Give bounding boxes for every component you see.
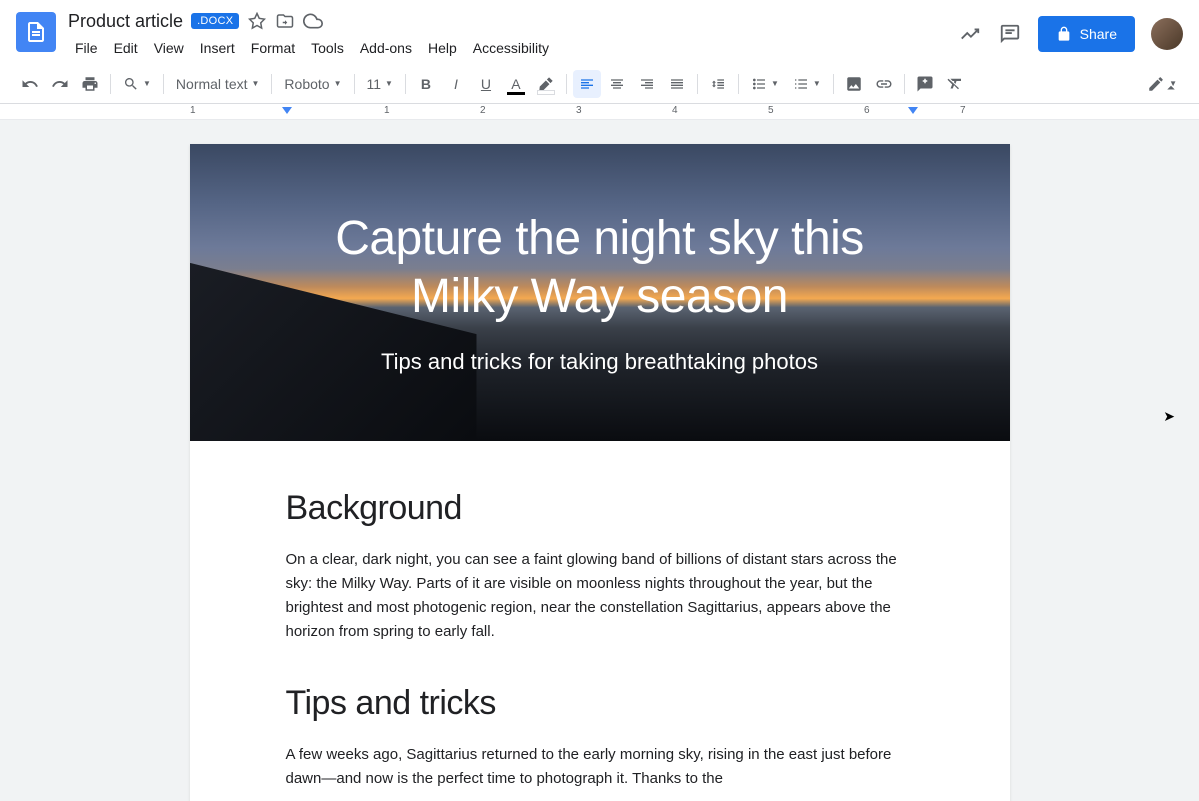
- indent-left-marker[interactable]: [282, 107, 292, 114]
- doc-info: Product article .DOCX File Edit View Ins…: [68, 8, 958, 60]
- share-button[interactable]: Share: [1038, 16, 1135, 52]
- paragraph-2[interactable]: A few weeks ago, Sagittarius returned to…: [286, 743, 914, 791]
- share-label: Share: [1080, 26, 1117, 42]
- menu-insert[interactable]: Insert: [193, 36, 242, 60]
- text-color-icon[interactable]: A: [502, 70, 530, 98]
- insert-image-icon[interactable]: [840, 70, 868, 98]
- app-header: Product article .DOCX File Edit View Ins…: [0, 0, 1199, 64]
- line-spacing-icon[interactable]: [704, 70, 732, 98]
- menu-help[interactable]: Help: [421, 36, 464, 60]
- menu-format[interactable]: Format: [244, 36, 302, 60]
- undo-icon[interactable]: [16, 70, 44, 98]
- font-dropdown[interactable]: Roboto▼: [278, 70, 347, 98]
- toolbar: ▼ Normal text▼ Roboto▼ 11▼ B I U A ▼ ▼ ▼: [0, 64, 1199, 104]
- indent-right-marker[interactable]: [908, 107, 918, 114]
- heading-background[interactable]: Background: [286, 489, 914, 528]
- style-dropdown[interactable]: Normal text▼: [170, 70, 266, 98]
- size-dropdown[interactable]: 11▼: [361, 70, 399, 98]
- align-left-icon[interactable]: [573, 70, 601, 98]
- zoom-dropdown[interactable]: ▼: [117, 70, 157, 98]
- hero-image: Capture the night sky this Milky Way sea…: [190, 144, 1010, 441]
- collapse-toolbar-icon[interactable]: [1159, 76, 1183, 100]
- menu-tools[interactable]: Tools: [304, 36, 351, 60]
- underline-icon[interactable]: U: [472, 70, 500, 98]
- document-canvas[interactable]: Capture the night sky this Milky Way sea…: [0, 120, 1199, 801]
- align-center-icon[interactable]: [603, 70, 631, 98]
- user-avatar[interactable]: [1151, 18, 1183, 50]
- move-icon[interactable]: [275, 11, 295, 31]
- menu-view[interactable]: View: [147, 36, 191, 60]
- docx-badge: .DOCX: [191, 13, 239, 29]
- doc-title[interactable]: Product article: [68, 11, 183, 32]
- ruler[interactable]: 1 1 2 3 4 5 6 7: [0, 104, 1199, 120]
- bold-icon[interactable]: B: [412, 70, 440, 98]
- header-actions: Share: [958, 16, 1183, 52]
- clear-formatting-icon[interactable]: [941, 70, 969, 98]
- insert-comment-icon[interactable]: [911, 70, 939, 98]
- menu-file[interactable]: File: [68, 36, 105, 60]
- comments-icon[interactable]: [998, 22, 1022, 46]
- redo-icon[interactable]: [46, 70, 74, 98]
- docs-logo[interactable]: [16, 12, 56, 52]
- heading-tips[interactable]: Tips and tricks: [286, 684, 914, 723]
- insert-link-icon[interactable]: [870, 70, 898, 98]
- menu-addons[interactable]: Add-ons: [353, 36, 419, 60]
- numbered-list-icon[interactable]: ▼: [787, 70, 827, 98]
- italic-icon[interactable]: I: [442, 70, 470, 98]
- content-area[interactable]: Background On a clear, dark night, you c…: [190, 441, 1010, 801]
- menu-edit[interactable]: Edit: [107, 36, 145, 60]
- cloud-status-icon[interactable]: [303, 11, 323, 31]
- print-icon[interactable]: [76, 70, 104, 98]
- menu-bar: File Edit View Insert Format Tools Add-o…: [68, 36, 958, 60]
- highlight-icon[interactable]: [532, 70, 560, 98]
- align-right-icon[interactable]: [633, 70, 661, 98]
- paragraph-1[interactable]: On a clear, dark night, you can see a fa…: [286, 548, 914, 644]
- star-icon[interactable]: [247, 11, 267, 31]
- page[interactable]: Capture the night sky this Milky Way sea…: [190, 144, 1010, 801]
- align-justify-icon[interactable]: [663, 70, 691, 98]
- bulleted-list-icon[interactable]: ▼: [745, 70, 785, 98]
- hero-title[interactable]: Capture the night sky this Milky Way sea…: [335, 210, 864, 325]
- activity-icon[interactable]: [958, 22, 982, 46]
- hero-subtitle[interactable]: Tips and tricks for taking breathtaking …: [381, 349, 818, 375]
- menu-accessibility[interactable]: Accessibility: [466, 36, 556, 60]
